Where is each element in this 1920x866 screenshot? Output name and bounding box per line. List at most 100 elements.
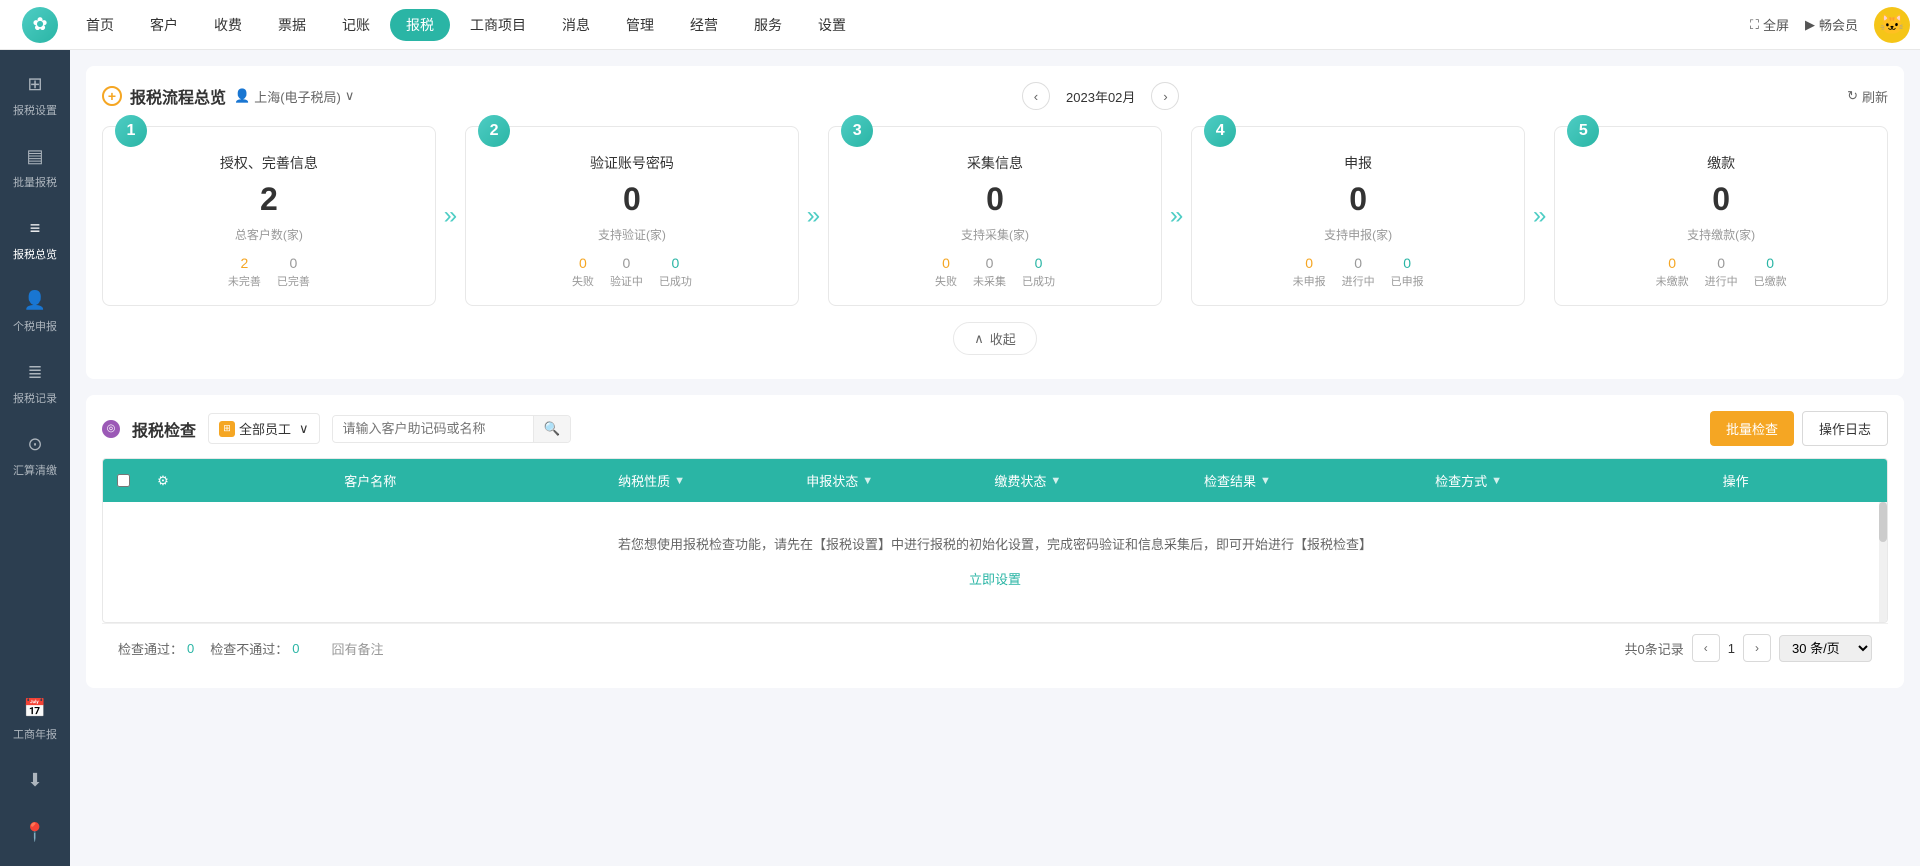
avatar: 🐱 [1874, 7, 1910, 43]
next-month-btn[interactable]: › [1151, 82, 1179, 110]
sidebar-item-personal-tax[interactable]: 👤 个税申报 [3, 276, 67, 344]
step-label-1: 支持验证(家) [598, 226, 666, 243]
fullscreen-icon: ⛶ [1750, 17, 1759, 33]
step-title-3: 申报 [1344, 153, 1372, 173]
step-count-4: 0 [1712, 181, 1730, 218]
step-stat-value-1-2: 0 [672, 255, 680, 271]
collapse-btn[interactable]: ∧ 收起 [953, 322, 1037, 355]
pay-header[interactable]: 缴费状态 ▼ [934, 459, 1122, 502]
location-selector[interactable]: 👤 上海(电子税局) ∨ [234, 87, 354, 106]
settings-header[interactable]: ⚙ [143, 459, 183, 502]
dropdown-icon: ∨ [299, 421, 309, 437]
personal-tax-icon: 👤 [21, 286, 49, 314]
scroll-track[interactable] [1879, 502, 1887, 622]
table-header: ⚙ 客户名称 纳税性质 ▼ 申报状态 ▼ 缴费状态 ▼ 检查结果 ▼ 检查方式 … [103, 459, 1887, 502]
step-stat-3-2: 0已申报 [1391, 255, 1424, 289]
pagination: 共0条记录 ‹ 1 › 30 条/页 50 条/页 100 条/页 [1625, 634, 1872, 662]
operation-log-btn[interactable]: 操作日志 [1802, 411, 1888, 446]
main-content: + 报税流程总览 👤 上海(电子税局) ∨ ‹ 2023年02月 › ↻ 刷新 … [70, 50, 1920, 866]
prev-page-btn[interactable]: ‹ [1692, 634, 1720, 662]
location-icon: 📍 [21, 818, 49, 846]
nav-item-business[interactable]: 工商项目 [454, 9, 542, 41]
batch-check-btn[interactable]: 批量检查 [1710, 411, 1794, 446]
sidebar-item-tax-records[interactable]: ≣报税记录 [3, 348, 67, 416]
sidebar-item-tax-overview[interactable]: ≡报税总览 [3, 204, 67, 272]
nav-item-service[interactable]: 服务 [738, 9, 798, 41]
annual-report-icon: 📅 [21, 694, 49, 722]
sidebar-item-clearance[interactable]: ⊙ 汇算清缴 [3, 420, 67, 488]
step-stat-label-0-1: 已完善 [277, 273, 310, 289]
nav-item-settings[interactable]: 设置 [802, 9, 862, 41]
step-stat-label-1-1: 验证中 [610, 273, 643, 289]
page-size-select[interactable]: 30 条/页 50 条/页 100 条/页 [1779, 635, 1872, 662]
process-step-4: 5缴款0支持缴款(家)0未缴款0进行中0已缴款 [1554, 126, 1888, 306]
nav-item-tax[interactable]: 报税 [390, 9, 450, 41]
method-header[interactable]: 检查方式 ▼ [1353, 459, 1584, 502]
nav-item-accounting[interactable]: 记账 [326, 9, 386, 41]
vip-label: 畅会员 [1819, 15, 1858, 34]
location-icon: 👤 [234, 88, 250, 104]
step-stat-value-1-1: 0 [623, 255, 631, 271]
step-stat-label-2-1: 未采集 [973, 273, 1006, 289]
step-stat-3-0: 0未申报 [1293, 255, 1326, 289]
nav-item-invoice[interactable]: 票据 [262, 9, 322, 41]
sidebar-item-label-personal-tax: 个税申报 [13, 318, 57, 334]
sidebar-item-batch-tax[interactable]: ▤批量报税 [3, 132, 67, 200]
nav-item-management[interactable]: 管理 [610, 9, 670, 41]
action-header: 操作 [1584, 459, 1887, 502]
sidebar-item-label-clearance: 汇算清缴 [13, 462, 57, 478]
step-stat-value-2-0: 0 [942, 255, 950, 271]
sidebar-item-location[interactable]: 📍 [3, 808, 67, 856]
current-month: 2023年02月 [1066, 87, 1135, 106]
nav-item-billing[interactable]: 收费 [198, 9, 258, 41]
step-stat-label-4-1: 进行中 [1705, 273, 1738, 289]
step-arrow-3: » [1162, 126, 1191, 306]
step-stat-2-2: 0已成功 [1022, 255, 1055, 289]
employee-select[interactable]: ⊞ 全部员工 ∨ [208, 413, 320, 444]
sidebar-item-tax-settings[interactable]: ⊞报税设置 [3, 60, 67, 128]
nav-item-operation[interactable]: 经营 [674, 9, 734, 41]
search-btn[interactable]: 🔍 [533, 416, 571, 442]
check-table: ⚙ 客户名称 纳税性质 ▼ 申报状态 ▼ 缴费状态 ▼ 检查结果 ▼ 检查方式 … [102, 458, 1888, 623]
filter-icon4: ▼ [1260, 475, 1271, 487]
check-actions: 批量检查 操作日志 [1710, 411, 1888, 446]
sidebar-item-annual-report[interactable]: 📅工商年报 [3, 684, 67, 752]
select-all-checkbox[interactable] [117, 474, 130, 487]
step-stat-value-3-2: 0 [1403, 255, 1411, 271]
prev-month-btn[interactable]: ‹ [1022, 82, 1050, 110]
step-stat-label-0-0: 未完善 [228, 273, 261, 289]
checkbox-header[interactable] [103, 459, 143, 502]
result-header[interactable]: 检查结果 ▼ [1122, 459, 1353, 502]
step-stat-label-3-1: 进行中 [1342, 273, 1375, 289]
declare-header[interactable]: 申报状态 ▼ [746, 459, 934, 502]
step-number-0: 1 [115, 115, 147, 147]
sidebar-item-download[interactable]: ⬇ [3, 756, 67, 804]
step-stats-0: 2未完善0已完善 [228, 255, 310, 289]
step-stat-3-1: 0进行中 [1342, 255, 1375, 289]
refresh-btn[interactable]: ↻ 刷新 [1847, 87, 1888, 106]
pass-value[interactable]: 0 [187, 641, 194, 656]
clearance-icon: ⊙ [21, 430, 49, 458]
scroll-thumb[interactable] [1879, 502, 1887, 542]
tax-type-header[interactable]: 纳税性质 ▼ [558, 459, 746, 502]
step-stat-value-0-1: 0 [289, 255, 297, 271]
step-label-0: 总客户数(家) [235, 226, 303, 243]
overview-header: + 报税流程总览 👤 上海(电子税局) ∨ ‹ 2023年02月 › ↻ 刷新 [102, 82, 1888, 110]
fullscreen-btn[interactable]: ⛶ 全屏 [1750, 15, 1789, 34]
nav-item-customer[interactable]: 客户 [134, 9, 194, 41]
step-stats-1: 0失败0验证中0已成功 [572, 255, 692, 289]
setup-link[interactable]: 立即设置 [969, 572, 1021, 587]
pass-label: 检查通过： [118, 639, 183, 658]
nav-right: ⛶ 全屏 ▶ 畅会员 🐱 [1750, 7, 1910, 43]
next-page-btn[interactable]: › [1743, 634, 1771, 662]
fail-value[interactable]: 0 [292, 641, 299, 656]
vip-btn[interactable]: ▶ 畅会员 [1805, 15, 1858, 34]
month-nav: ‹ 2023年02月 › [1022, 82, 1179, 110]
step-count-3: 0 [1349, 181, 1367, 218]
search-input[interactable] [333, 416, 533, 441]
step-stat-value-4-0: 0 [1668, 255, 1676, 271]
check-title: 报税检查 [132, 417, 196, 441]
nav-item-message[interactable]: 消息 [546, 9, 606, 41]
tax-records-icon: ≣ [21, 358, 49, 386]
nav-item-home[interactable]: 首页 [70, 9, 130, 41]
